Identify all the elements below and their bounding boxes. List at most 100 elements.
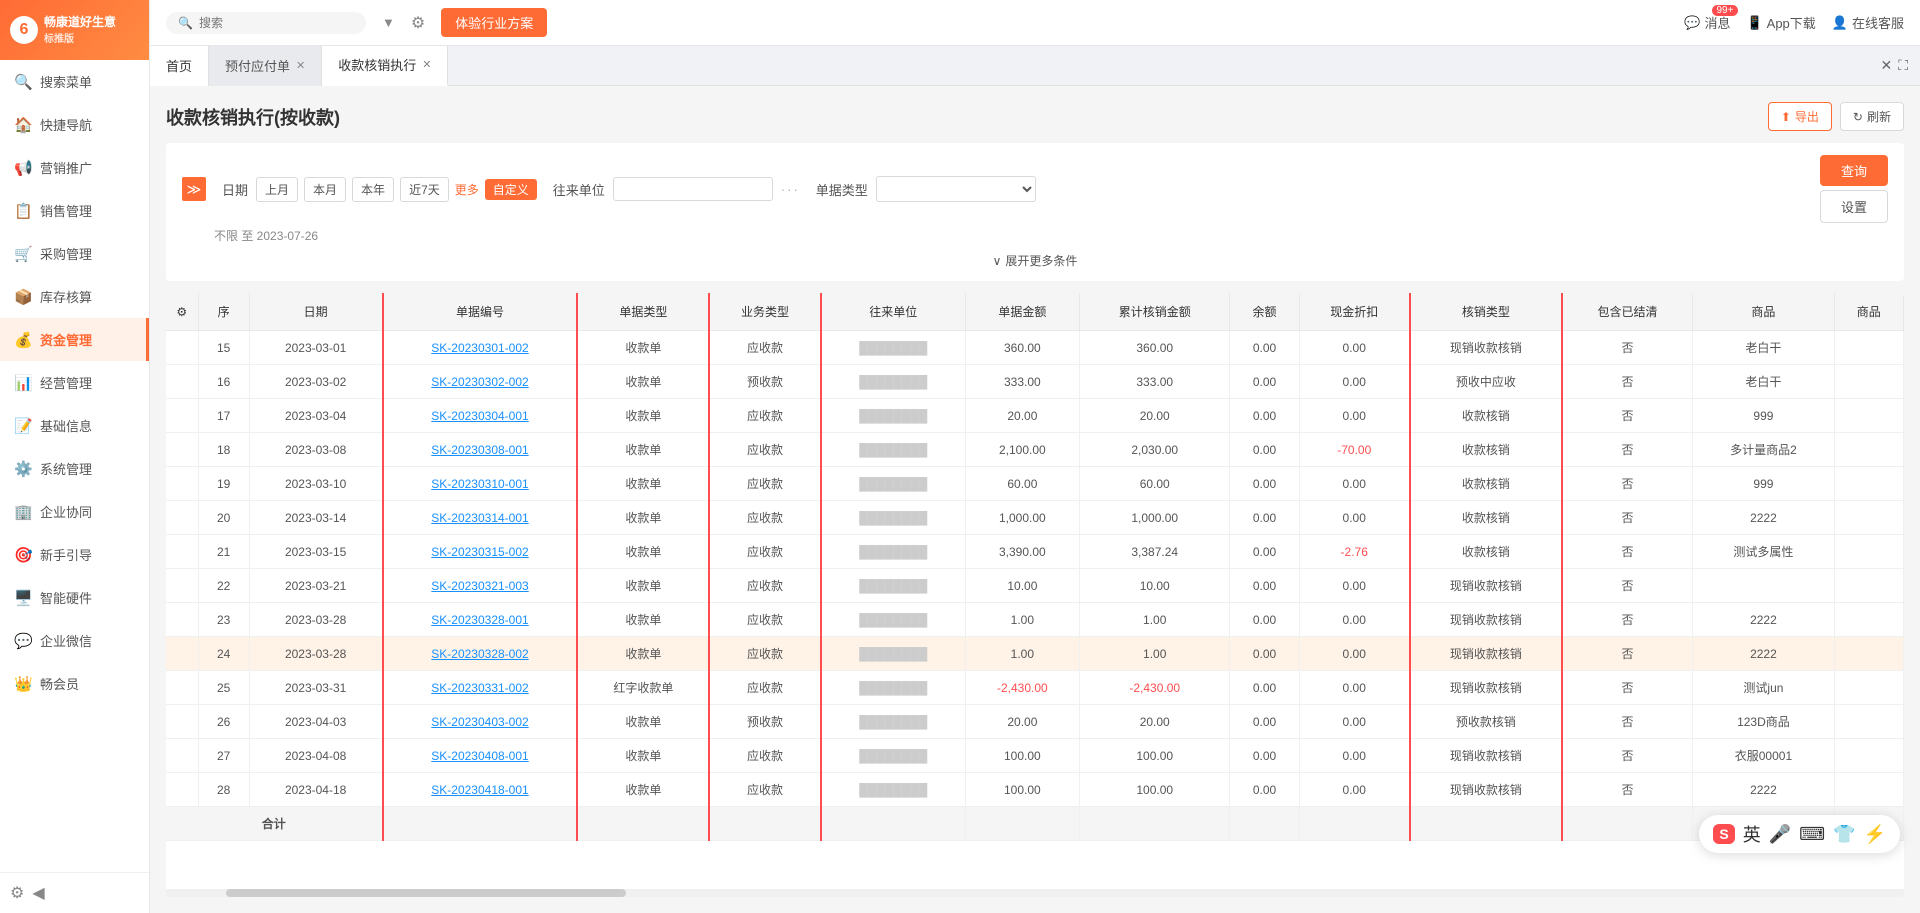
table-cell[interactable]: SK-20230314-001 xyxy=(383,501,578,535)
filter-partner-input[interactable] xyxy=(613,177,773,201)
table-cell: 2023-03-02 xyxy=(249,365,382,399)
hardware-icon: 🖥️ xyxy=(14,589,32,607)
sidebar-item-system[interactable]: ⚙️ 系统管理 xyxy=(0,447,149,490)
tab-prepay[interactable]: 预付应付单 ✕ xyxy=(209,46,322,86)
col-date: 日期 xyxy=(249,293,382,331)
float-ying-icon[interactable]: 英 xyxy=(1743,821,1761,847)
message-button[interactable]: 💬 消息 99+ xyxy=(1684,13,1730,32)
table-cell xyxy=(166,399,198,433)
table-cell[interactable]: SK-20230315-002 xyxy=(383,535,578,569)
sidebar-item-basic[interactable]: 📝 基础信息 xyxy=(0,404,149,447)
expand-more-btn[interactable]: ∨ 展开更多条件 xyxy=(993,252,1078,269)
sidebar-item-sales[interactable]: 📋 销售管理 xyxy=(0,189,149,232)
table-cell: 0.00 xyxy=(1230,569,1299,603)
app-download-button[interactable]: 📱 App下载 xyxy=(1746,13,1815,32)
sidebar-item-operations[interactable]: 📊 经营管理 xyxy=(0,361,149,404)
table-cell: 1,000.00 xyxy=(965,501,1079,535)
table-scrollbar-inner[interactable] xyxy=(226,889,626,897)
search-input[interactable] xyxy=(199,16,319,30)
table-cell[interactable]: SK-20230403-002 xyxy=(383,705,578,739)
filter-this-month-btn[interactable]: 本月 xyxy=(304,177,346,202)
col-discount: 现金折扣 xyxy=(1299,293,1410,331)
table-cell[interactable]: SK-20230304-001 xyxy=(383,399,578,433)
tab-prepay-close-icon[interactable]: ✕ xyxy=(296,59,305,72)
tab-collection-label: 收款核销执行 xyxy=(338,55,416,74)
filter-expand-button[interactable]: ≫ xyxy=(182,177,206,201)
float-shirt-icon[interactable]: 👕 xyxy=(1833,824,1855,845)
table-container: ⚙ 序 日期 单据编号 单据类型 业务类型 往来单位 单据金额 累计核销金额 余… xyxy=(166,293,1904,897)
solution-button[interactable]: 体验行业方案 xyxy=(441,8,547,37)
settings-button[interactable]: 设置 xyxy=(1820,190,1888,223)
filter-this-year-btn[interactable]: 本年 xyxy=(352,177,394,202)
sidebar-item-label: 营销推广 xyxy=(40,158,92,177)
sidebar-bottom: ⚙ ◀ xyxy=(0,872,149,913)
table-cell[interactable]: SK-20230418-001 xyxy=(383,773,578,807)
filter-7days-btn[interactable]: 近7天 xyxy=(400,177,449,202)
sidebar-item-guide[interactable]: 🎯 新手引导 xyxy=(0,533,149,576)
filter-more-dates[interactable]: 更多 xyxy=(455,181,479,198)
tab-close-all-icon[interactable]: ✕ xyxy=(1880,57,1892,74)
table-cell: 10.00 xyxy=(965,569,1079,603)
filter-custom-label[interactable]: 自定义 xyxy=(485,179,537,200)
query-button[interactable]: 查询 xyxy=(1820,155,1888,186)
tab-collection[interactable]: 收款核销执行 ✕ xyxy=(322,46,448,86)
table-cell: -2.76 xyxy=(1299,535,1410,569)
table-row: 262023-04-03SK-20230403-002收款单预收款███████… xyxy=(166,705,1904,739)
table-cell: 应收款 xyxy=(709,467,821,501)
filter-prev-month-btn[interactable]: 上月 xyxy=(256,177,298,202)
filter-doctype-select[interactable] xyxy=(876,176,1036,202)
table-cell[interactable]: SK-20230310-001 xyxy=(383,467,578,501)
table-cell[interactable]: SK-20230308-001 xyxy=(383,433,578,467)
table-row: 182023-03-08SK-20230308-001收款单应收款███████… xyxy=(166,433,1904,467)
bottom-gear-icon[interactable]: ⚙ xyxy=(10,883,24,903)
table-cell: 2,100.00 xyxy=(965,433,1079,467)
table-cell xyxy=(1834,705,1903,739)
table-wrapper[interactable]: ⚙ 序 日期 单据编号 单据类型 业务类型 往来单位 单据金额 累计核销金额 余… xyxy=(166,293,1904,889)
refresh-button[interactable]: ↻ 刷新 xyxy=(1840,102,1904,131)
table-cell: 28 xyxy=(198,773,249,807)
table-row: 282023-04-18SK-20230418-001收款单应收款███████… xyxy=(166,773,1904,807)
col-biz-type: 业务类型 xyxy=(709,293,821,331)
sidebar-item-inventory[interactable]: 📦 库存核算 xyxy=(0,275,149,318)
table-cell: 否 xyxy=(1562,467,1693,501)
export-button[interactable]: ⬆ 导出 xyxy=(1768,102,1832,131)
table-cell: 17 xyxy=(198,399,249,433)
table-cell[interactable]: SK-20230328-001 xyxy=(383,603,578,637)
table-cell[interactable]: SK-20230302-002 xyxy=(383,365,578,399)
table-cell: 0.00 xyxy=(1230,671,1299,705)
online-service-button[interactable]: 👤 在线客服 xyxy=(1832,13,1904,32)
table-cell[interactable]: SK-20230408-001 xyxy=(383,739,578,773)
tab-expand-icon[interactable]: ⛶ xyxy=(1898,57,1908,74)
logo-text: 畅康道好生意 xyxy=(44,15,116,31)
topbar-search-box[interactable]: 🔍 xyxy=(166,12,366,34)
table-cell[interactable]: SK-20230328-002 xyxy=(383,637,578,671)
sidebar-item-marketing[interactable]: 📢 营销推广 xyxy=(0,146,149,189)
dropdown-arrow-icon[interactable]: ▼ xyxy=(382,15,395,30)
table-cell[interactable]: SK-20230331-002 xyxy=(383,671,578,705)
sidebar-item-purchase[interactable]: 🛒 采购管理 xyxy=(0,232,149,275)
main-content: 🔍 ▼ ⚙ 体验行业方案 💬 消息 99+ 📱 App下载 👤 在线客服 首页 xyxy=(150,0,1920,913)
finance-icon: 💰 xyxy=(14,331,32,349)
sidebar-item-member[interactable]: 👑 畅会员 xyxy=(0,662,149,705)
collapse-icon[interactable]: ◀ xyxy=(32,883,44,903)
tab-collection-close-icon[interactable]: ✕ xyxy=(422,58,431,71)
table-cell[interactable]: SK-20230301-002 xyxy=(383,331,578,365)
table-cell[interactable]: SK-20230321-003 xyxy=(383,569,578,603)
tab-home[interactable]: 首页 xyxy=(150,46,209,86)
table-cell xyxy=(166,535,198,569)
float-mic-icon[interactable]: 🎤 xyxy=(1769,824,1791,845)
sidebar-item-search[interactable]: 🔍 搜索菜单 xyxy=(0,60,149,103)
topbar-gear-icon[interactable]: ⚙ xyxy=(411,13,425,33)
sidebar-item-hardware[interactable]: 🖥️ 智能硬件 xyxy=(0,576,149,619)
sidebar-item-finance[interactable]: 💰 资金管理 xyxy=(0,318,149,361)
sidebar-item-quicknav[interactable]: 🏠 快捷导航 xyxy=(0,103,149,146)
chevron-down-icon: ∨ xyxy=(993,254,1002,268)
float-keyboard-icon[interactable]: ⌨ xyxy=(1799,824,1825,845)
sidebar-item-enterprise[interactable]: 🏢 企业协同 xyxy=(0,490,149,533)
table-cell: 老白干 xyxy=(1693,365,1834,399)
sidebar-item-wechat[interactable]: 💬 企业微信 xyxy=(0,619,149,662)
float-apps-icon[interactable]: ⚡ xyxy=(1864,824,1886,845)
table-cell: 1.00 xyxy=(965,603,1079,637)
table-cell: 收款单 xyxy=(577,365,709,399)
col-gear[interactable]: ⚙ xyxy=(166,293,198,331)
